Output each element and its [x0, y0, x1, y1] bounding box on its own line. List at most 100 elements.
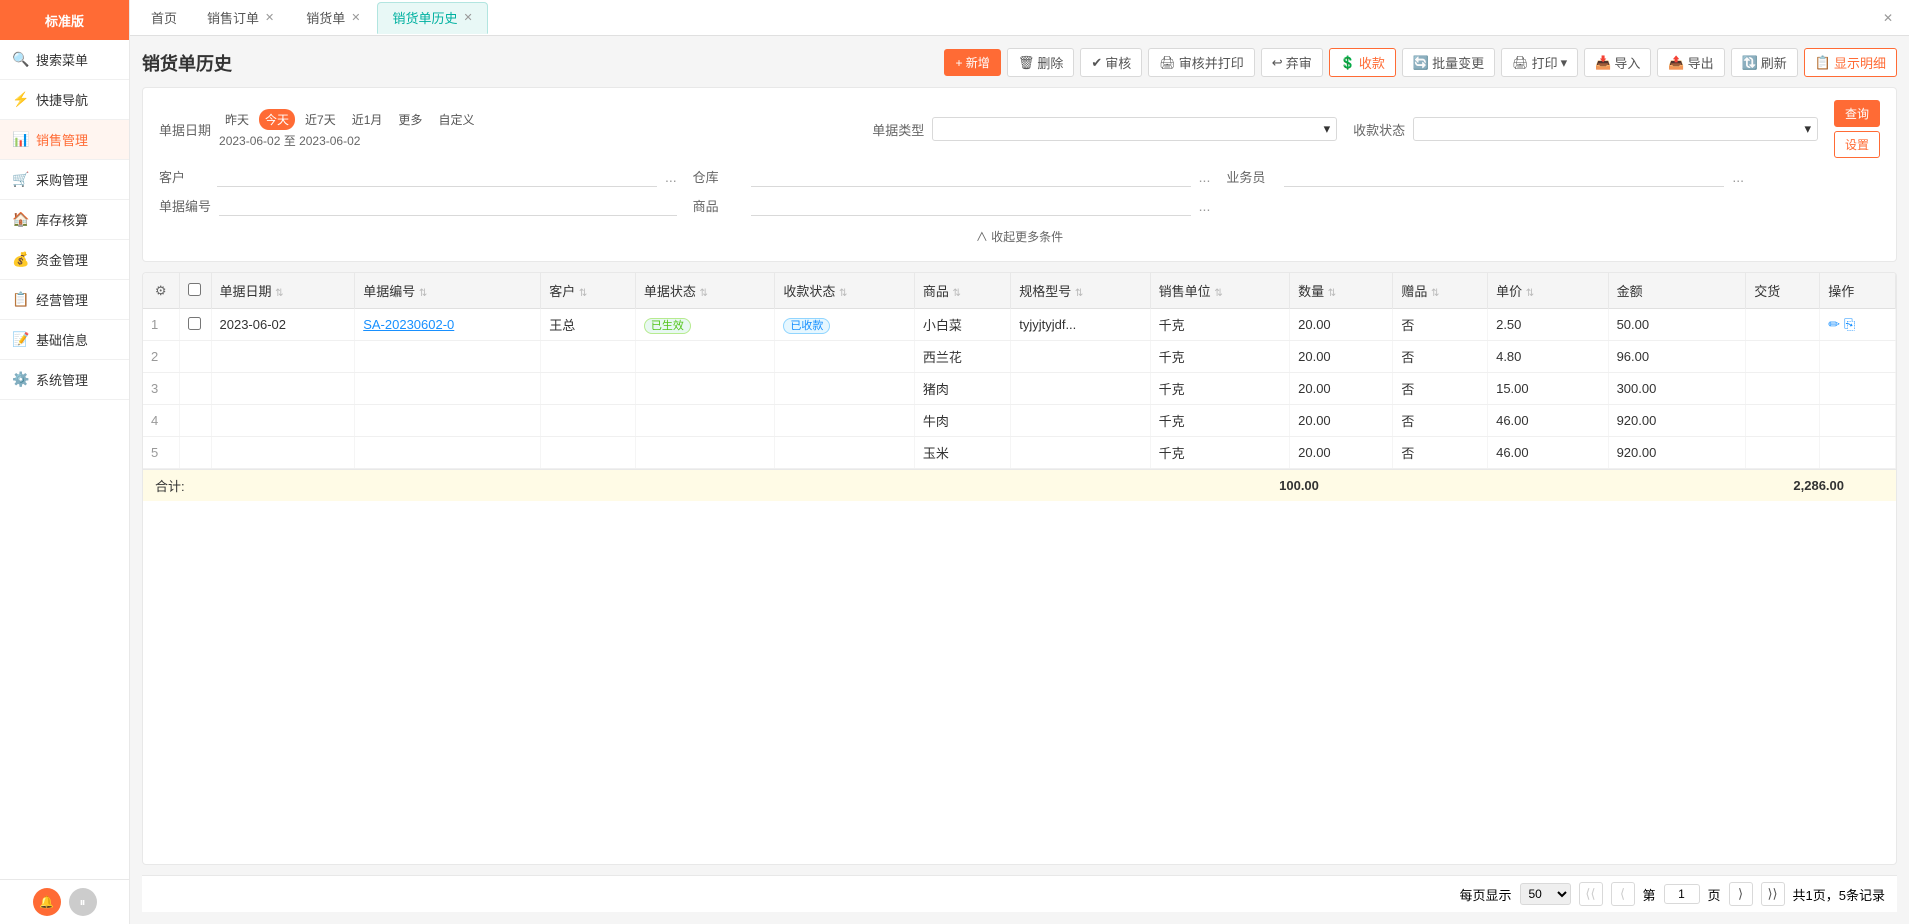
- page-last-button[interactable]: ⟩⟩: [1761, 882, 1785, 906]
- page-next-button[interactable]: ⟩: [1729, 882, 1753, 906]
- th-goods[interactable]: 商品 ⇅: [914, 273, 1010, 309]
- tab-sales-goods[interactable]: 销货单 ✕: [291, 2, 375, 34]
- refresh-button[interactable]: 🔃 刷新: [1731, 48, 1798, 77]
- import-button[interactable]: 📥 导入: [1584, 48, 1651, 77]
- abandon-button[interactable]: ↩ 弃审: [1261, 48, 1323, 77]
- th-payment-status[interactable]: 收款状态 ⇅: [775, 273, 914, 309]
- warehouse-dots[interactable]: ...: [1199, 169, 1211, 185]
- page-prev-button[interactable]: ⟨: [1611, 882, 1635, 906]
- cell-doc-no: SA-20230602-0: [355, 309, 541, 341]
- sort-icon-unit[interactable]: ⇅: [1214, 288, 1222, 299]
- th-settings[interactable]: ⚙: [143, 273, 179, 309]
- edit-icon[interactable]: ✏: [1828, 316, 1840, 333]
- customer-input[interactable]: [217, 166, 657, 187]
- new-button[interactable]: + 新增: [944, 49, 1000, 76]
- sort-icon-payment-status[interactable]: ⇅: [839, 288, 847, 299]
- sidebar-item-label: 销售管理: [36, 130, 88, 149]
- tab-home[interactable]: 首页: [138, 2, 190, 34]
- sort-icon-spec[interactable]: ⇅: [1075, 288, 1083, 299]
- audit-print-button[interactable]: 🖨 审核并打印: [1148, 48, 1255, 77]
- goods-input[interactable]: [751, 195, 1191, 216]
- sidebar-item-search-menu[interactable]: 🔍 搜索菜单: [0, 40, 129, 80]
- sidebar-item-purchase-mgmt[interactable]: 🛒 采购管理: [0, 160, 129, 200]
- th-unit-price[interactable]: 单价 ⇅: [1488, 273, 1608, 309]
- doc-no-link[interactable]: SA-20230602-0: [363, 317, 454, 332]
- sort-icon-doc-no[interactable]: ⇅: [419, 288, 427, 299]
- cell-amount: 96.00: [1608, 341, 1746, 373]
- collapse-button[interactable]: ∧ 收起更多条件: [972, 224, 1067, 249]
- cell-doc-no: [355, 437, 541, 469]
- sort-icon-qty[interactable]: ⇅: [1328, 288, 1336, 299]
- sort-icon-unit-price[interactable]: ⇅: [1526, 288, 1534, 299]
- sort-icon-customer[interactable]: ⇅: [579, 288, 587, 299]
- staff-input[interactable]: [1284, 166, 1724, 187]
- payment-status-select[interactable]: ▾: [1413, 117, 1818, 141]
- sidebar-item-fund-mgmt[interactable]: 💰 资金管理: [0, 240, 129, 280]
- cell-unit-price: 15.00: [1488, 373, 1608, 405]
- tab-sales-order[interactable]: 销售订单 ✕: [192, 2, 289, 34]
- goods-dots[interactable]: ...: [1199, 198, 1211, 214]
- doc-type-select[interactable]: ▾: [932, 117, 1337, 141]
- th-qty[interactable]: 数量 ⇅: [1290, 273, 1393, 309]
- date-tab-7days[interactable]: 近7天: [299, 109, 342, 130]
- date-tab-custom[interactable]: 自定义: [432, 109, 480, 130]
- date-tab-1month[interactable]: 近1月: [346, 109, 389, 130]
- query-button[interactable]: 查询: [1834, 100, 1880, 127]
- filter-warehouse: 仓库 ...: [693, 166, 1211, 187]
- export-button[interactable]: 📤 导出: [1657, 48, 1724, 77]
- tab-close-sales-goods[interactable]: ✕: [351, 11, 360, 24]
- batch-change-button[interactable]: 🔄 批量变更: [1402, 48, 1495, 77]
- sort-icon-doc-date[interactable]: ⇅: [275, 288, 283, 299]
- table-container[interactable]: ⚙ 单据日期 ⇅ 单据编号 ⇅: [142, 272, 1897, 865]
- copy-icon[interactable]: ⎘: [1844, 316, 1855, 333]
- audit-button[interactable]: ✔ 审核: [1080, 48, 1142, 77]
- tab-sales-history[interactable]: 销货单历史 ✕: [377, 2, 487, 34]
- sidebar-item-sales-mgmt[interactable]: 📊 销售管理: [0, 120, 129, 160]
- sort-icon-doc-status[interactable]: ⇅: [700, 288, 708, 299]
- goods-label: 商品: [693, 196, 743, 215]
- sidebar-item-sys-mgmt[interactable]: ⚙️ 系统管理: [0, 360, 129, 400]
- show-detail-button[interactable]: 📋 显示明细: [1804, 48, 1897, 77]
- cell-qty: 20.00: [1290, 405, 1393, 437]
- date-tab-today[interactable]: 今天: [259, 109, 295, 130]
- sort-icon-goods[interactable]: ⇅: [952, 288, 960, 299]
- tab-close-sales-history[interactable]: ✕: [464, 11, 473, 24]
- warehouse-input[interactable]: [751, 166, 1191, 187]
- th-unit[interactable]: 销售单位 ⇅: [1150, 273, 1289, 309]
- select-all-checkbox[interactable]: [188, 283, 201, 296]
- tab-close-sales-order[interactable]: ✕: [265, 11, 274, 24]
- sidebar-item-basic-info[interactable]: 📝 基础信息: [0, 320, 129, 360]
- cell-payment-status: [775, 341, 914, 373]
- date-tab-more[interactable]: 更多: [392, 109, 428, 130]
- sidebar-item-ops-mgmt[interactable]: 📋 经营管理: [0, 280, 129, 320]
- sort-icon-gift[interactable]: ⇅: [1431, 288, 1439, 299]
- staff-dots[interactable]: ...: [1732, 169, 1744, 185]
- tabs-close-all[interactable]: ✕: [1875, 7, 1901, 29]
- per-page-select[interactable]: 50 100 200: [1520, 883, 1571, 905]
- row-checkbox[interactable]: [188, 317, 201, 330]
- customer-dots[interactable]: ...: [665, 169, 677, 185]
- sidebar-bottom-btn-1[interactable]: 🔔: [33, 888, 61, 916]
- collect-button[interactable]: 💲 收款: [1329, 48, 1396, 77]
- delete-button[interactable]: 🗑 删除: [1007, 48, 1075, 77]
- settings-col-icon[interactable]: ⚙: [151, 283, 171, 299]
- sidebar-bottom-btn-2[interactable]: ⏸: [69, 888, 97, 916]
- settings-button[interactable]: 设置: [1834, 131, 1880, 158]
- print-button[interactable]: 🖨 打印 ▾: [1501, 48, 1578, 77]
- th-doc-date[interactable]: 单据日期 ⇅: [211, 273, 355, 309]
- sidebar-item-inventory-calc[interactable]: 🏠 库存核算: [0, 200, 129, 240]
- per-page-label: 每页显示: [1459, 885, 1511, 904]
- th-spec[interactable]: 规格型号 ⇅: [1011, 273, 1150, 309]
- th-gift[interactable]: 赠品 ⇅: [1393, 273, 1488, 309]
- th-doc-status[interactable]: 单据状态 ⇅: [635, 273, 774, 309]
- cell-spec: [1011, 373, 1150, 405]
- sidebar-item-quick-nav[interactable]: ⚡ 快捷导航: [0, 80, 129, 120]
- basic-info-icon: 📝: [12, 331, 28, 348]
- date-tab-yesterday[interactable]: 昨天: [219, 109, 255, 130]
- page-number-input[interactable]: [1664, 884, 1700, 904]
- doc-no-input[interactable]: [219, 195, 677, 216]
- cell-qty: 20.00: [1290, 341, 1393, 373]
- page-first-button[interactable]: ⟨⟨: [1579, 882, 1603, 906]
- th-customer[interactable]: 客户 ⇅: [541, 273, 636, 309]
- th-doc-no[interactable]: 单据编号 ⇅: [355, 273, 541, 309]
